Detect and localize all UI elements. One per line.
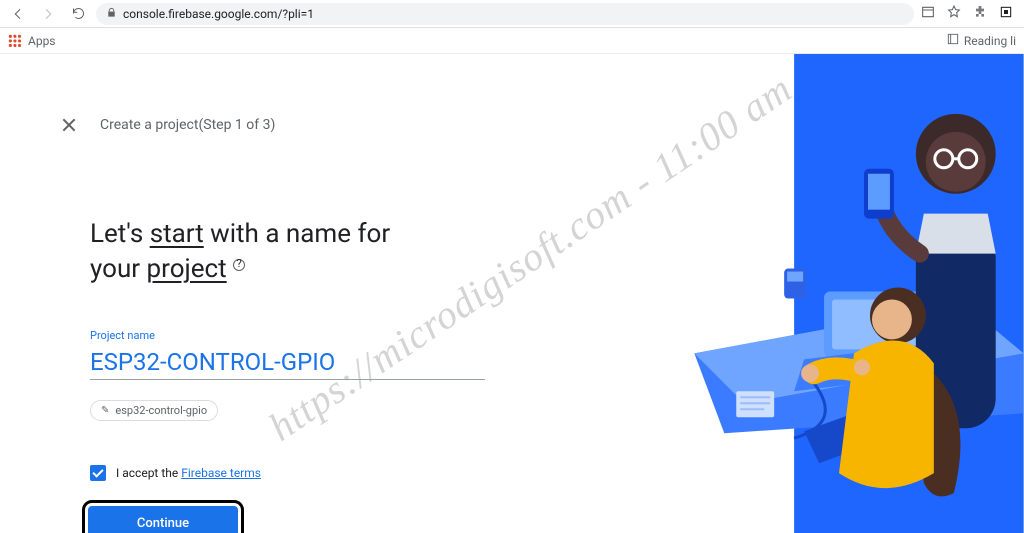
project-name-label: Project name <box>90 329 155 342</box>
project-id-chip[interactable]: ✎ esp32-control-gpio <box>90 400 218 421</box>
chip-extension-icon[interactable] <box>998 4 1014 23</box>
project-id-text: esp32-control-gpio <box>115 404 207 417</box>
close-icon[interactable] <box>60 116 78 134</box>
extensions-icon[interactable] <box>972 4 988 23</box>
terms-row: I accept the Firebase terms <box>90 465 261 481</box>
share-icon[interactable] <box>920 4 936 23</box>
step-title: Create a project <box>100 117 198 133</box>
forward-button[interactable] <box>36 2 60 26</box>
step-progress: (Step 1 of 3) <box>198 117 275 133</box>
step-header: Create a project(Step 1 of 3) <box>60 116 275 134</box>
browser-toolbar: console.firebase.google.com/?pli=1 <box>0 0 1024 28</box>
project-name-input[interactable] <box>90 344 485 380</box>
bookmarks-bar: Apps Reading li <box>0 28 1024 54</box>
reading-list-label[interactable]: Reading li <box>964 34 1016 48</box>
page: https://microdigisoft.com - 11:00 am Cre… <box>0 54 1024 533</box>
illustration <box>684 54 1024 533</box>
pencil-icon: ✎ <box>101 405 109 416</box>
apps-label[interactable]: Apps <box>28 34 56 48</box>
page-title: Let's start with a name for your project… <box>90 217 390 287</box>
terms-text: I accept the <box>116 466 181 480</box>
reload-button[interactable] <box>66 2 90 26</box>
apps-icon[interactable] <box>8 34 22 48</box>
star-icon[interactable] <box>946 4 962 23</box>
reading-list-icon[interactable] <box>946 32 960 49</box>
back-button[interactable] <box>6 2 30 26</box>
continue-highlight: Continue <box>82 500 244 533</box>
terms-checkbox[interactable] <box>90 465 106 481</box>
url-text: console.firebase.google.com/?pli=1 <box>123 7 314 21</box>
firebase-terms-link[interactable]: Firebase terms <box>181 466 261 480</box>
continue-button[interactable]: Continue <box>88 506 238 533</box>
lock-icon <box>106 7 117 21</box>
address-bar[interactable]: console.firebase.google.com/?pli=1 <box>96 3 914 25</box>
help-icon[interactable]: ? <box>233 259 245 271</box>
